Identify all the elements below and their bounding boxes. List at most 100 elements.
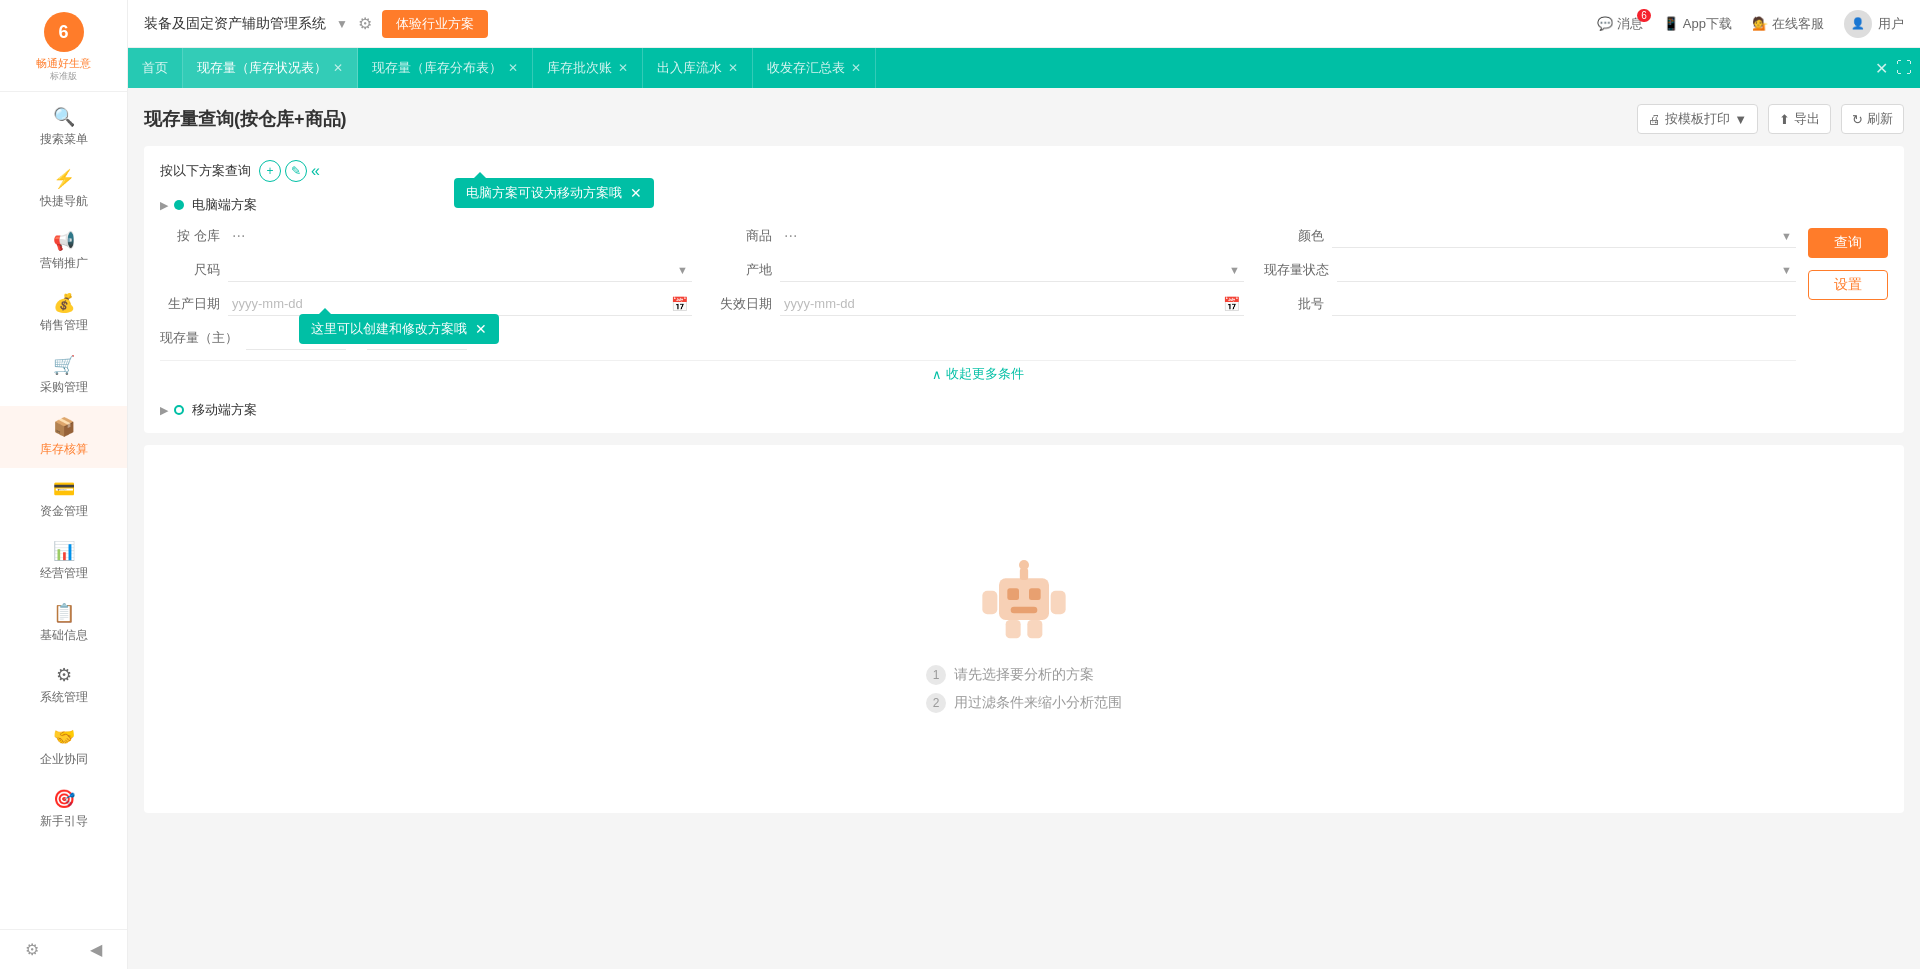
sidebar-item-finance[interactable]: 💳 资金管理 (0, 468, 127, 530)
color-select[interactable] (1332, 224, 1796, 248)
color-input-wrap: ▼ (1332, 224, 1796, 248)
sidebar-item-label: 经营管理 (40, 565, 88, 582)
marketing-icon: 📢 (53, 230, 75, 252)
user-menu-btn[interactable]: 👤 用户 (1844, 10, 1904, 38)
sidebar-item-management[interactable]: 📊 经营管理 (0, 530, 127, 592)
collapse-row: ∧ 收起更多条件 (160, 360, 1796, 391)
app-download-btn[interactable]: 📱 App下载 (1663, 15, 1732, 33)
tab-inout[interactable]: 出入库流水 ✕ (643, 48, 753, 88)
sidebar-logo: 6 畅通好生意 标准版 (0, 0, 127, 92)
export-btn[interactable]: ⬆ 导出 (1768, 104, 1831, 134)
search-icon: 🔍 (53, 106, 75, 128)
svg-rect-4 (1020, 568, 1028, 580)
tab-stock-status-close[interactable]: ✕ (333, 61, 343, 75)
print-icon: 🖨 (1648, 112, 1661, 127)
collapse-icon: ∧ (932, 367, 942, 382)
filter-mfg-date: 生产日期 📅 (160, 292, 692, 316)
filter-row-1: 按 仓库 ··· 商品 ··· (160, 224, 1796, 248)
svg-rect-7 (1051, 591, 1066, 614)
svg-point-5 (1019, 560, 1029, 570)
tree-item-pc[interactable]: ▶ 电脑端方案 (160, 194, 1888, 216)
mfg-date-input[interactable] (228, 292, 692, 316)
sidebar-item-label: 库存核算 (40, 441, 88, 458)
sidebar-item-basic[interactable]: 📋 基础信息 (0, 592, 127, 654)
filter-label: 按以下方案查询 (160, 162, 251, 180)
logo-icon: 6 (44, 12, 84, 52)
header-right: 💬 消息 6 📱 App下载 💁 在线客服 👤 用户 (1597, 10, 1904, 38)
warehouse-label: 按 仓库 (160, 227, 220, 245)
tab-home[interactable]: 首页 (128, 48, 183, 88)
sidebar-item-sales[interactable]: 💰 销售管理 (0, 282, 127, 344)
print-btn[interactable]: 🖨 按模板打印 ▼ (1637, 104, 1758, 134)
tab-summary-close[interactable]: ✕ (851, 61, 861, 75)
svg-rect-3 (1011, 607, 1038, 614)
tab-stock-status[interactable]: 现存量（库存状况表） ✕ (183, 48, 358, 88)
sidebar-bottom: ⚙ ◀ (0, 929, 127, 969)
exp-date-input[interactable] (780, 292, 1244, 316)
tooltip1-close[interactable]: ✕ (630, 185, 642, 201)
sidebar-item-label: 快捷导航 (40, 193, 88, 210)
purchase-icon: 🛒 (53, 354, 75, 376)
tree-label-pc: 电脑端方案 (192, 196, 257, 214)
tab-batch[interactable]: 库存批次账 ✕ (533, 48, 643, 88)
tooltip2-close[interactable]: ✕ (475, 321, 487, 337)
sidebar-item-label: 采购管理 (40, 379, 88, 396)
svg-rect-2 (1029, 588, 1041, 600)
refresh-btn[interactable]: ↻ 刷新 (1841, 104, 1904, 134)
filter-size: 尺码 ▼ (160, 258, 692, 282)
goods-dots[interactable]: ··· (784, 227, 797, 244)
tab-close-all-icon[interactable]: ✕ (1875, 59, 1888, 78)
tab-summary-label: 收发存汇总表 (767, 59, 845, 77)
filter-panel: 按以下方案查询 + ✎ « 电脑方案可设为移动方案哦 ✕ ▶ 电脑端方案 (144, 146, 1904, 433)
tab-inout-close[interactable]: ✕ (728, 61, 738, 75)
exp-date-input-wrap: 📅 (780, 292, 1244, 316)
tree-arrow-mobile: ▶ (160, 404, 168, 417)
settings-bottom-btn[interactable]: ⚙ (25, 940, 39, 959)
sidebar-item-search[interactable]: 🔍 搜索菜单 (0, 96, 127, 158)
online-service-btn[interactable]: 💁 在线客服 (1752, 15, 1824, 33)
tab-fullscreen-icon[interactable]: ⛶ (1896, 59, 1912, 77)
industry-btn[interactable]: 体验行业方案 (382, 10, 488, 38)
sidebar-item-guide[interactable]: 🎯 新手引导 (0, 778, 127, 840)
tooltip-text2: 这里可以创建和修改方案哦 (311, 320, 467, 338)
tab-batch-close[interactable]: ✕ (618, 61, 628, 75)
tree-dot-pc (174, 200, 184, 210)
collapse-sidebar-btn[interactable]: ◀ (90, 940, 102, 959)
reset-btn[interactable]: 设置 (1808, 270, 1888, 300)
collab-icon: 🤝 (53, 726, 75, 748)
color-chevron-icon: ▼ (1781, 230, 1792, 242)
sidebar-item-system[interactable]: ⚙ 系统管理 (0, 654, 127, 716)
size-chevron-icon: ▼ (677, 264, 688, 276)
header-dropdown-arrow[interactable]: ▼ (336, 17, 348, 31)
empty-hints: 1 请先选择要分析的方案 2 用过滤条件来缩小分析范围 (926, 665, 1122, 713)
collapse-btn[interactable]: ∧ 收起更多条件 (932, 365, 1024, 383)
tab-summary[interactable]: 收发存汇总表 ✕ (753, 48, 876, 88)
hint-text-2: 用过滤条件来缩小分析范围 (954, 694, 1122, 712)
sidebar-item-marketing[interactable]: 📢 营销推广 (0, 220, 127, 282)
tree-item-mobile[interactable]: ▶ 移动端方案 (160, 399, 1888, 421)
app-label: App下载 (1683, 15, 1732, 33)
sidebar-item-purchase[interactable]: 🛒 采购管理 (0, 344, 127, 406)
edit-scheme-btn[interactable]: ✎ (285, 160, 307, 182)
batch-input[interactable] (1332, 292, 1796, 316)
stock-status-select[interactable] (1337, 258, 1796, 282)
search-btn[interactable]: 查询 (1808, 228, 1888, 258)
sidebar-item-quicknav[interactable]: ⚡ 快捷导航 (0, 158, 127, 220)
app-icon: 📱 (1663, 16, 1679, 31)
notice-icon: 💬 (1597, 16, 1613, 31)
header-gear-btn[interactable]: ⚙ (358, 14, 372, 33)
notice-btn[interactable]: 💬 消息 6 (1597, 15, 1643, 33)
sidebar-item-collab[interactable]: 🤝 企业协同 (0, 716, 127, 778)
size-select[interactable] (228, 258, 692, 282)
mfg-date-calendar-icon[interactable]: 📅 (671, 296, 688, 312)
origin-select[interactable] (780, 258, 1244, 282)
sidebar-item-inventory[interactable]: 📦 库存核算 (0, 406, 127, 468)
scheme-back-btn[interactable]: « (311, 162, 320, 180)
tab-stock-dist[interactable]: 现存量（库存分布表） ✕ (358, 48, 533, 88)
add-scheme-btn[interactable]: + (259, 160, 281, 182)
tab-stock-dist-close[interactable]: ✕ (508, 61, 518, 75)
tree-label-mobile: 移动端方案 (192, 401, 257, 419)
filter-warehouse: 按 仓库 ··· (160, 224, 692, 248)
warehouse-dots[interactable]: ··· (232, 227, 245, 244)
exp-date-calendar-icon[interactable]: 📅 (1223, 296, 1240, 312)
